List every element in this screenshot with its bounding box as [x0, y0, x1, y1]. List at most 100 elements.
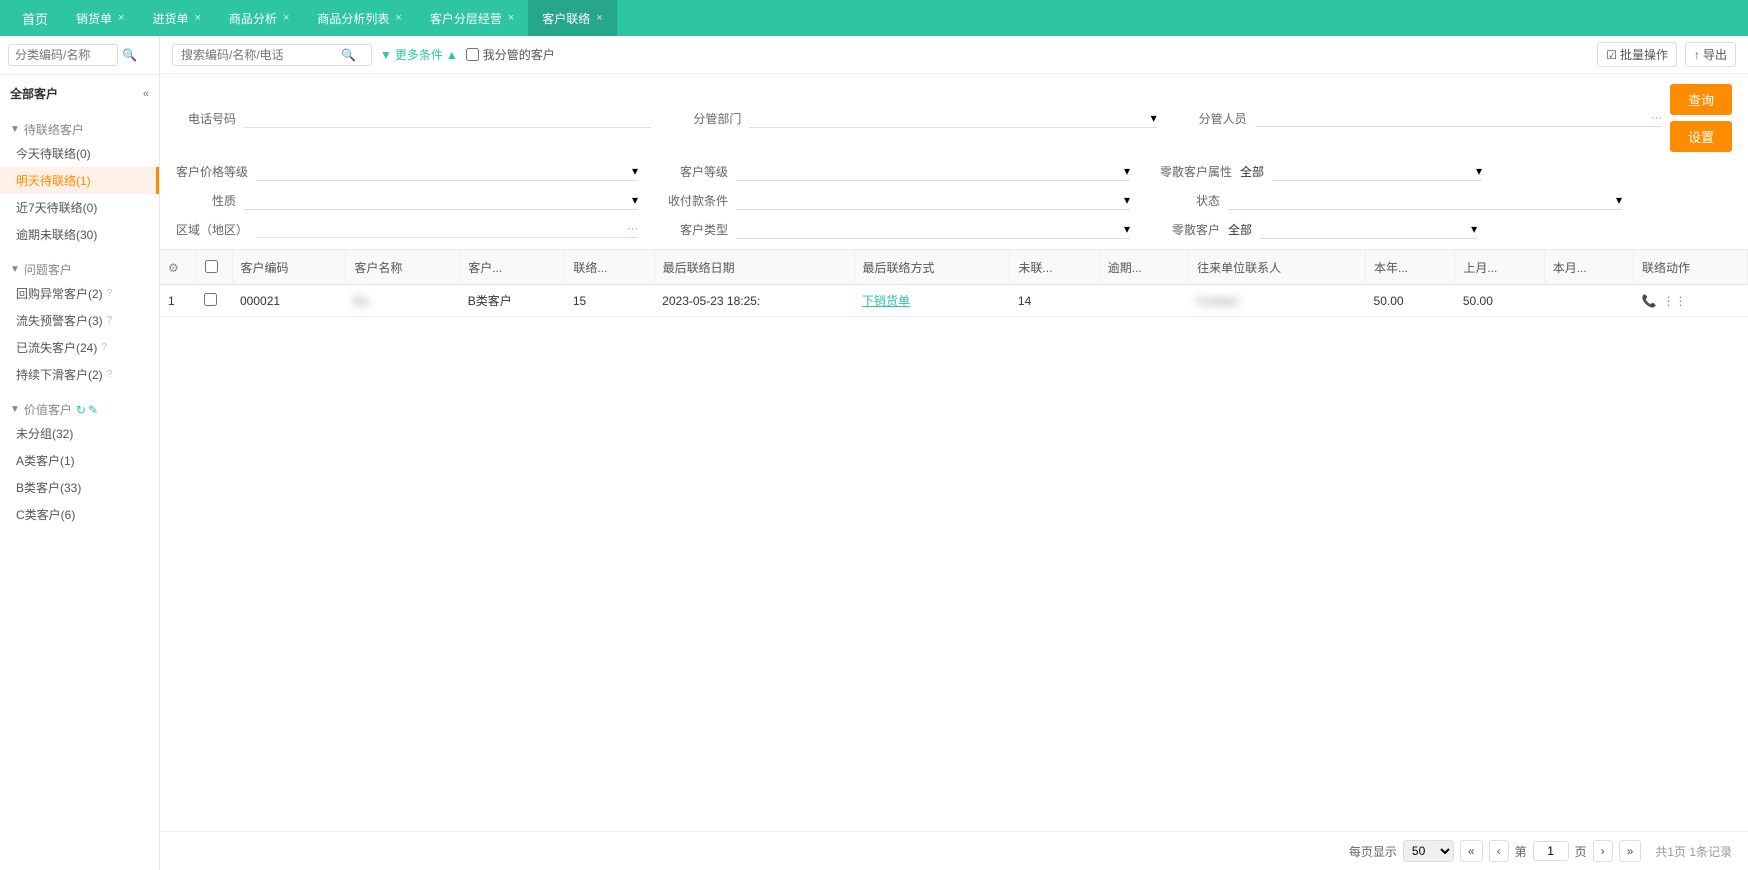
- row-last-contact-method: 下销货单: [854, 285, 1010, 317]
- collapse-icon: «: [143, 88, 149, 100]
- nav-home[interactable]: 首页: [8, 0, 62, 36]
- filter-search-box: 🔍: [172, 44, 372, 66]
- sidebar-item-lost-warning[interactable]: 流失预警客户(3) ?: [0, 307, 159, 334]
- sidebar-search-icon[interactable]: 🔍: [122, 48, 137, 62]
- sidebar-item-lost[interactable]: 已流失客户(24) ?: [0, 334, 159, 361]
- more-conditions-btn[interactable]: ▼ 更多条件 ▲: [380, 46, 458, 63]
- filter-input-phone[interactable]: [244, 109, 651, 128]
- close-customer-tiered-icon[interactable]: ×: [508, 12, 514, 24]
- retail-attr-prefix: 全部: [1240, 163, 1264, 180]
- last-page-btn[interactable]: »: [1619, 840, 1642, 862]
- filter-select-region[interactable]: ···: [256, 221, 638, 238]
- close-product-analysis-list-icon[interactable]: ×: [395, 12, 401, 24]
- sidebar-all-customers-section: 全部客户 «: [0, 75, 159, 112]
- adv-filter-row-3: 性质 ▾ 收付款条件 ▾ 状态: [176, 191, 1732, 210]
- chevron-down-retail-attr-icon: ▾: [1476, 164, 1482, 178]
- sidebar-pending-contact-group[interactable]: ▼ 待联络客户: [0, 116, 159, 140]
- filter-select-price-level[interactable]: ▾: [256, 162, 638, 181]
- sidebar-item-b-class[interactable]: B类客户(33): [0, 474, 159, 501]
- more-person-icon[interactable]: ···: [1651, 112, 1662, 124]
- filter-cell-customer-type: 客户类型 ▾: [668, 220, 1130, 239]
- chevron-down-level-icon: ▾: [1124, 164, 1130, 178]
- sidebar-value-customers-group[interactable]: ▼ 价值客户 ↻ ✎: [0, 396, 159, 420]
- filter-select-nature[interactable]: ▾: [244, 191, 638, 210]
- edit-value-icon[interactable]: ✎: [88, 403, 98, 417]
- set-btn[interactable]: 设置: [1670, 121, 1732, 152]
- row-checkbox[interactable]: [204, 293, 217, 306]
- sidebar-problem-customers-group[interactable]: ▼ 问题客户: [0, 256, 159, 280]
- chevron-up-icon: ▲: [446, 48, 458, 62]
- filter-select-dept[interactable]: ▾: [749, 109, 1156, 128]
- prev-page-btn[interactable]: ‹: [1489, 840, 1509, 862]
- sidebar-all-customers-header[interactable]: 全部客户 «: [0, 79, 159, 108]
- col-checkbox: [196, 251, 232, 285]
- filter-search-icon[interactable]: 🔍: [341, 48, 356, 62]
- row-customer-code: 000021: [232, 285, 346, 317]
- filter-cell-nature: 性质 ▾: [176, 191, 638, 210]
- close-product-analysis-icon[interactable]: ×: [283, 12, 289, 24]
- nav-customer-tiered[interactable]: 客户分层经营 ×: [416, 0, 528, 36]
- sidebar-search-input[interactable]: [8, 44, 118, 66]
- row-more-icon[interactable]: ⋮⋮: [1663, 294, 1687, 308]
- sidebar-item-continuous-down[interactable]: 持续下滑客户(2) ?: [0, 361, 159, 388]
- sidebar-item-tomorrow-contact[interactable]: 明天待联络(1): [0, 167, 159, 194]
- my-customers-checkbox-label[interactable]: 我分管的客户: [466, 46, 555, 63]
- more-region-icon[interactable]: ···: [627, 223, 638, 235]
- col-customer-type: 客户...: [460, 251, 565, 285]
- filter-label-retail-attr: 零散客户属性: [1160, 163, 1232, 180]
- nav-product-analysis-list[interactable]: 商品分析列表 ×: [303, 0, 415, 36]
- filter-select-retail[interactable]: ▾: [1260, 220, 1477, 239]
- sidebar-item-overdue-contact[interactable]: 逾期未联络(30): [0, 221, 159, 248]
- sidebar-item-today-contact[interactable]: 今天待联络(0): [0, 140, 159, 167]
- help-lost-icon[interactable]: ?: [101, 342, 107, 353]
- col-settings: ⚙: [160, 251, 196, 285]
- row-contact-count: 15: [565, 285, 654, 317]
- filter-select-customer-level[interactable]: ▾: [736, 162, 1130, 181]
- close-customer-contact-icon[interactable]: ×: [596, 12, 602, 24]
- customer-table-container: ⚙ 客户编码 客户名称 客户...: [160, 251, 1748, 831]
- filter-select-customer-type[interactable]: ▾: [736, 220, 1130, 239]
- query-btn[interactable]: 查询: [1670, 84, 1732, 115]
- row-phone-icon[interactable]: 📞: [1642, 294, 1657, 308]
- filter-search-input[interactable]: [181, 48, 341, 62]
- next-page-btn[interactable]: ›: [1593, 840, 1613, 862]
- filter-label-status: 状态: [1160, 192, 1220, 209]
- close-purchase-order-icon[interactable]: ×: [194, 12, 200, 24]
- help-repeat-abnormal-icon[interactable]: ?: [107, 288, 113, 299]
- filter-bar: 🔍 ▼ 更多条件 ▲ 我分管的客户 ☑ 批量操作 ↑ 导出: [160, 36, 1748, 74]
- sidebar-item-ungrouped[interactable]: 未分组(32): [0, 420, 159, 447]
- sidebar-item-a-class[interactable]: A类客户(1): [0, 447, 159, 474]
- filter-cell-price-level: 客户价格等级 ▾: [176, 162, 638, 181]
- last-contact-method-link[interactable]: 下销货单: [862, 294, 910, 308]
- batch-op-btn[interactable]: ☑ 批量操作: [1597, 42, 1677, 67]
- nav-customer-contact[interactable]: 客户联络 ×: [528, 0, 616, 36]
- filter-select-retail-attr[interactable]: ▾: [1272, 162, 1482, 181]
- sidebar-item-repeat-abnormal[interactable]: 回购异常客户(2) ?: [0, 280, 159, 307]
- nav-product-analysis[interactable]: 商品分析 ×: [215, 0, 303, 36]
- filter-select-person[interactable]: ···: [1255, 110, 1662, 127]
- sidebar-item-c-class[interactable]: C类客户(6): [0, 501, 159, 528]
- my-customers-checkbox[interactable]: [466, 48, 479, 61]
- table-row: 1 000021 Ea B类客户 15 2023-05-23 18:25: 下销…: [160, 285, 1748, 317]
- close-sales-order-icon[interactable]: ×: [118, 12, 124, 24]
- filter-select-status[interactable]: ▾: [1228, 191, 1622, 210]
- sidebar-item-week-contact[interactable]: 近7天待联络(0): [0, 194, 159, 221]
- nav-sales-order[interactable]: 销货单 ×: [62, 0, 138, 36]
- table-settings-icon[interactable]: ⚙: [168, 261, 179, 275]
- nav-purchase-order[interactable]: 进货单 ×: [138, 0, 214, 36]
- sidebar-problem-customers-section: ▼ 问题客户 回购异常客户(2) ? 流失预警客户(3) ? 已流失客户(24)…: [0, 252, 159, 392]
- export-btn[interactable]: ↑ 导出: [1685, 42, 1736, 67]
- first-page-btn[interactable]: «: [1460, 840, 1483, 862]
- chevron-down-dept-icon: ▾: [1151, 111, 1157, 125]
- filter-label-phone: 电话号码: [176, 110, 236, 127]
- filter-select-payment[interactable]: ▾: [736, 191, 1130, 210]
- filter-cell-customer-level: 客户等级 ▾: [668, 162, 1130, 181]
- filter-label-price-level: 客户价格等级: [176, 163, 248, 180]
- help-lost-warning-icon[interactable]: ?: [107, 315, 113, 326]
- row-uncontacted: 14: [1010, 285, 1099, 317]
- page-input[interactable]: [1533, 841, 1569, 861]
- refresh-value-icon[interactable]: ↻: [76, 403, 86, 417]
- select-all-checkbox[interactable]: [205, 260, 218, 273]
- help-continuous-down-icon[interactable]: ?: [107, 369, 113, 380]
- per-page-select[interactable]: 50 100 200: [1403, 840, 1454, 862]
